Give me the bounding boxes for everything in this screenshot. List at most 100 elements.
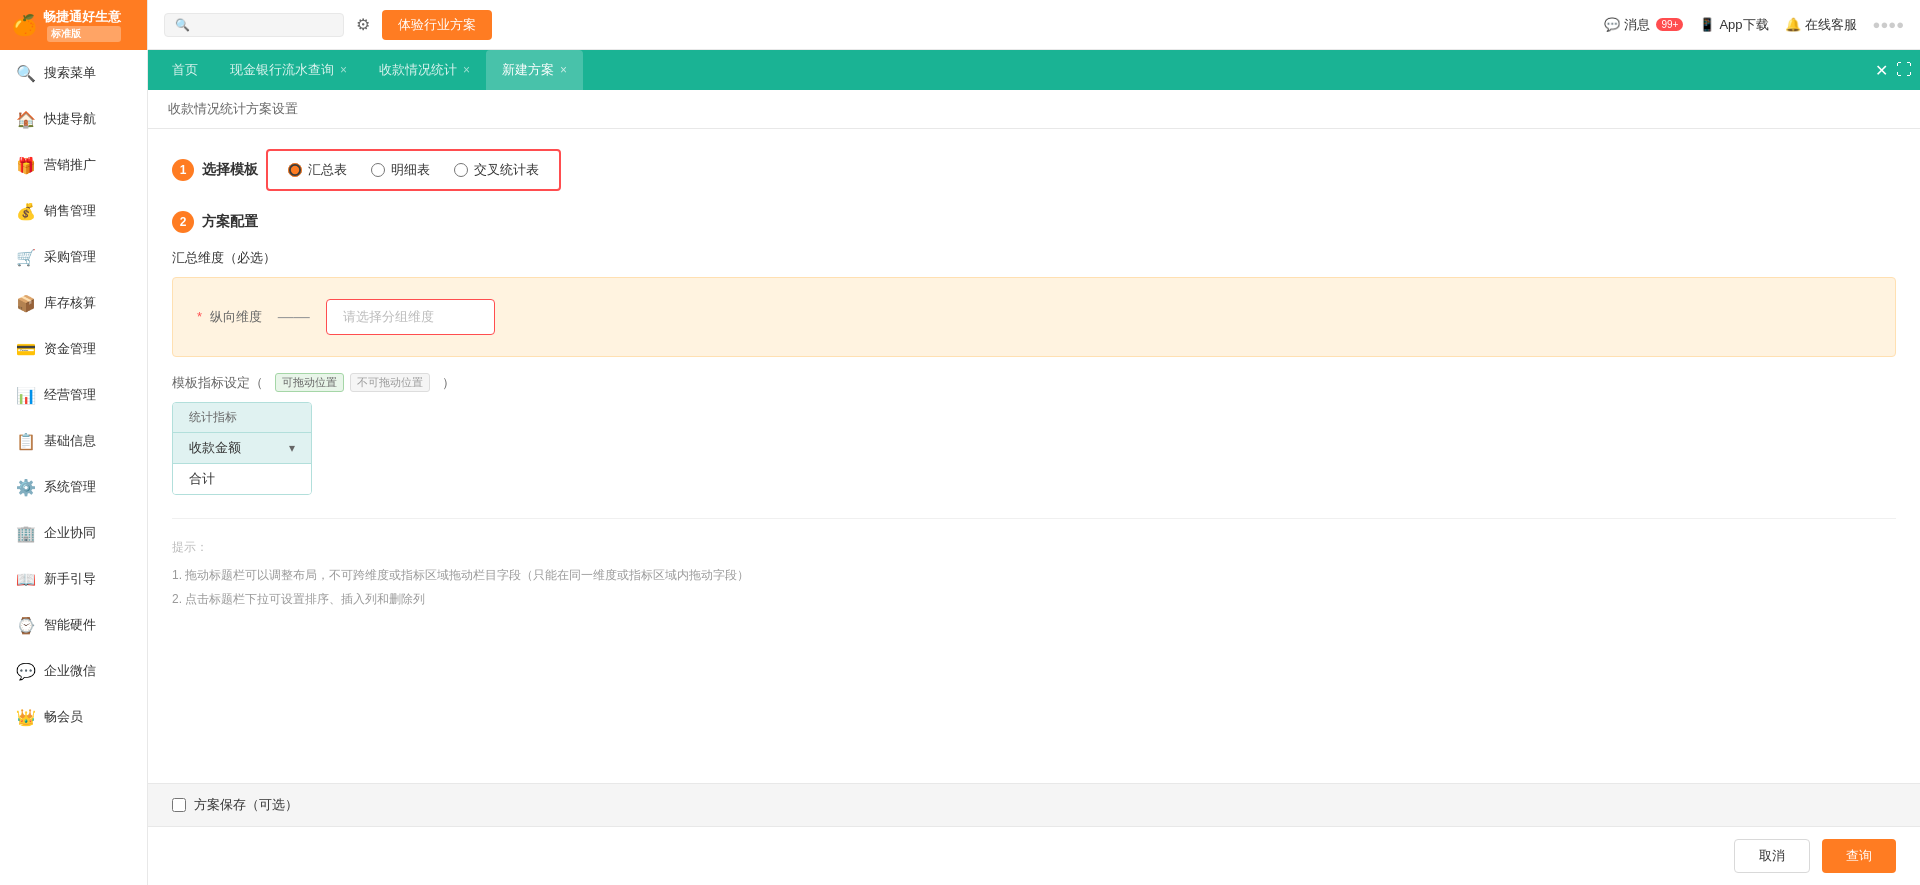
metrics-footer: 合计 xyxy=(173,464,311,494)
sidebar-item-label-system: 系统管理 xyxy=(44,478,131,496)
dimension-input[interactable]: 请选择分组维度 xyxy=(326,299,495,335)
sidebar-item-label-quick-nav: 快捷导航 xyxy=(44,110,131,128)
marketing-icon: 🎁 xyxy=(16,155,36,175)
sidebar-item-label-purchase: 采购管理 xyxy=(44,248,131,266)
sidebar-item-member[interactable]: 👑 畅会员 xyxy=(0,694,147,740)
tab-receipts-stat[interactable]: 收款情况统计 × xyxy=(363,50,486,90)
sidebar-item-marketing[interactable]: 🎁 营销推广 xyxy=(0,142,147,188)
sidebar-item-label-inventory: 库存核算 xyxy=(44,294,131,312)
sales-icon: 💰 xyxy=(16,201,36,221)
metrics-setting: 模板指标设定（ 可拖动位置 不可拖动位置 ） 统计指标 收款金额 ▾ xyxy=(172,373,1896,498)
tab-close-new-plan[interactable]: × xyxy=(560,63,567,77)
user-avatar[interactable]: ●●●● xyxy=(1873,17,1904,32)
maximize-icon[interactable]: ⛶ xyxy=(1896,61,1912,79)
service-icon: 🔔 xyxy=(1785,17,1801,32)
user-icon: ●●●● xyxy=(1873,17,1904,32)
radio-detail-input[interactable] xyxy=(371,163,385,177)
dimension-section-label: 汇总维度（必选） xyxy=(172,249,1896,267)
search-icon: 🔍 xyxy=(175,18,190,32)
sidebar-item-quick-nav[interactable]: 🏠 快捷导航 xyxy=(0,96,147,142)
sidebar-item-inventory[interactable]: 📦 库存核算 xyxy=(0,280,147,326)
sidebar-item-purchase[interactable]: 🛒 采购管理 xyxy=(0,234,147,280)
radio-summary[interactable]: 汇总表 xyxy=(288,161,347,179)
hardware-icon: ⌚ xyxy=(16,615,36,635)
tips-title: 提示： xyxy=(172,535,1896,559)
tab-close-receipts-stat[interactable]: × xyxy=(463,63,470,77)
search-menu-icon: 🔍 xyxy=(16,63,36,83)
metrics-label-suffix: ） xyxy=(442,374,455,392)
save-checkbox[interactable] xyxy=(172,798,186,812)
sidebar-item-label-enterprise: 企业协同 xyxy=(44,524,131,542)
tab-close-bank-flow[interactable]: × xyxy=(340,63,347,77)
message-badge: 99+ xyxy=(1656,18,1683,31)
app-download-btn[interactable]: 📱 App下载 xyxy=(1699,16,1768,34)
logo-icon: 🍊 xyxy=(12,13,37,37)
radio-detail[interactable]: 明细表 xyxy=(371,161,430,179)
sidebar-item-label-guide: 新手引导 xyxy=(44,570,131,588)
step1-num: 1 xyxy=(172,159,194,181)
template-select-box: 汇总表 明细表 交叉统计表 xyxy=(266,149,561,191)
tab-label-receipts-stat: 收款情况统计 xyxy=(379,61,457,79)
step2-header: 2 方案配置 xyxy=(172,211,1896,233)
guide-icon: 📖 xyxy=(16,569,36,589)
main-area: 🔍 ⚙ 体验行业方案 💬 消息 99+ 📱 App下载 🔔 在线客服 ●●●● xyxy=(148,0,1920,885)
sidebar-item-guide[interactable]: 📖 新手引导 xyxy=(0,556,147,602)
sidebar-item-label-funds: 资金管理 xyxy=(44,340,131,358)
sidebar-item-system[interactable]: ⚙️ 系统管理 xyxy=(0,464,147,510)
sidebar-item-label-search-menu: 搜索菜单 xyxy=(44,64,131,82)
topbar-right: 💬 消息 99+ 📱 App下载 🔔 在线客服 ●●●● xyxy=(1604,16,1904,34)
step1-header: 1 选择模板 汇总表 明细表 交叉统计表 xyxy=(172,149,1896,191)
purchase-icon: 🛒 xyxy=(16,247,36,267)
sidebar-item-funds[interactable]: 💳 资金管理 xyxy=(0,326,147,372)
radio-crosstab-input[interactable] xyxy=(454,163,468,177)
sidebar-item-label-wechat: 企业微信 xyxy=(44,662,131,680)
step2-title: 方案配置 xyxy=(202,213,258,231)
dropdown-icon[interactable]: ▾ xyxy=(289,441,295,455)
message-btn[interactable]: 💬 消息 99+ xyxy=(1604,16,1683,34)
metrics-item-label: 收款金额 xyxy=(189,439,241,457)
metrics-header: 统计指标 xyxy=(173,403,311,433)
sidebar-item-hardware[interactable]: ⌚ 智能硬件 xyxy=(0,602,147,648)
tip-item-1: 1. 拖动标题栏可以调整布局，不可跨维度或指标区域拖动栏目字段（只能在同一维度或… xyxy=(172,563,1896,587)
metrics-label-text: 模板指标设定（ xyxy=(172,374,263,392)
wechat-icon: 💬 xyxy=(16,661,36,681)
radio-summary-input[interactable] xyxy=(288,163,302,177)
tab-new-plan[interactable]: 新建方案× xyxy=(486,50,583,90)
topbar: 🔍 ⚙ 体验行业方案 💬 消息 99+ 📱 App下载 🔔 在线客服 ●●●● xyxy=(148,0,1920,50)
cancel-button[interactable]: 取消 xyxy=(1734,839,1810,873)
tab-label-bank-flow: 现金银行流水查询 xyxy=(230,61,334,79)
industry-btn[interactable]: 体验行业方案 xyxy=(382,10,492,40)
tab-bank-flow[interactable]: 现金银行流水查询 × xyxy=(214,50,363,90)
online-service-btn[interactable]: 🔔 在线客服 xyxy=(1785,16,1857,34)
sidebar-item-wechat[interactable]: 💬 企业微信 xyxy=(0,648,147,694)
step1-title: 选择模板 xyxy=(202,161,258,179)
radio-crosstab-label: 交叉统计表 xyxy=(474,161,539,179)
metrics-item-receipts[interactable]: 收款金额 ▾ xyxy=(173,433,311,464)
operations-icon: 📊 xyxy=(16,385,36,405)
sidebar-item-basic-info[interactable]: 📋 基础信息 xyxy=(0,418,147,464)
drag-hint: 可拖动位置 不可拖动位置 xyxy=(275,373,430,392)
system-icon: ⚙️ xyxy=(16,477,36,497)
tab-home[interactable]: 首页 xyxy=(156,50,214,90)
sidebar-item-operations[interactable]: 📊 经营管理 xyxy=(0,372,147,418)
metrics-area: 统计指标 收款金额 ▾ 合计 xyxy=(172,402,312,495)
sidebar-item-enterprise[interactable]: 🏢 企业协同 xyxy=(0,510,147,556)
radio-crosstab[interactable]: 交叉统计表 xyxy=(454,161,539,179)
query-button[interactable]: 查询 xyxy=(1822,839,1896,873)
sidebar-item-sales[interactable]: 💰 销售管理 xyxy=(0,188,147,234)
sidebar-item-label-member: 畅会员 xyxy=(44,708,131,726)
gear-icon[interactable]: ⚙ xyxy=(356,15,370,34)
funds-icon: 💳 xyxy=(16,339,36,359)
download-icon: 📱 xyxy=(1699,17,1715,32)
inventory-icon: 📦 xyxy=(16,293,36,313)
page-content: 收款情况统计方案设置 1 选择模板 汇总表 明细表 xyxy=(148,90,1920,885)
dimension-area: * 纵向维度 —— 请选择分组维度 xyxy=(172,277,1896,357)
message-icon: 💬 xyxy=(1604,17,1620,32)
footer-bar: 取消 查询 xyxy=(148,826,1920,885)
save-label: 方案保存（可选） xyxy=(194,796,298,814)
sidebar-item-label-marketing: 营销推广 xyxy=(44,156,131,174)
step2-num: 2 xyxy=(172,211,194,233)
search-box[interactable]: 🔍 xyxy=(164,13,344,37)
close-window-icon[interactable]: ✕ xyxy=(1875,61,1888,80)
sidebar-item-search-menu[interactable]: 🔍 搜索菜单 xyxy=(0,50,147,96)
